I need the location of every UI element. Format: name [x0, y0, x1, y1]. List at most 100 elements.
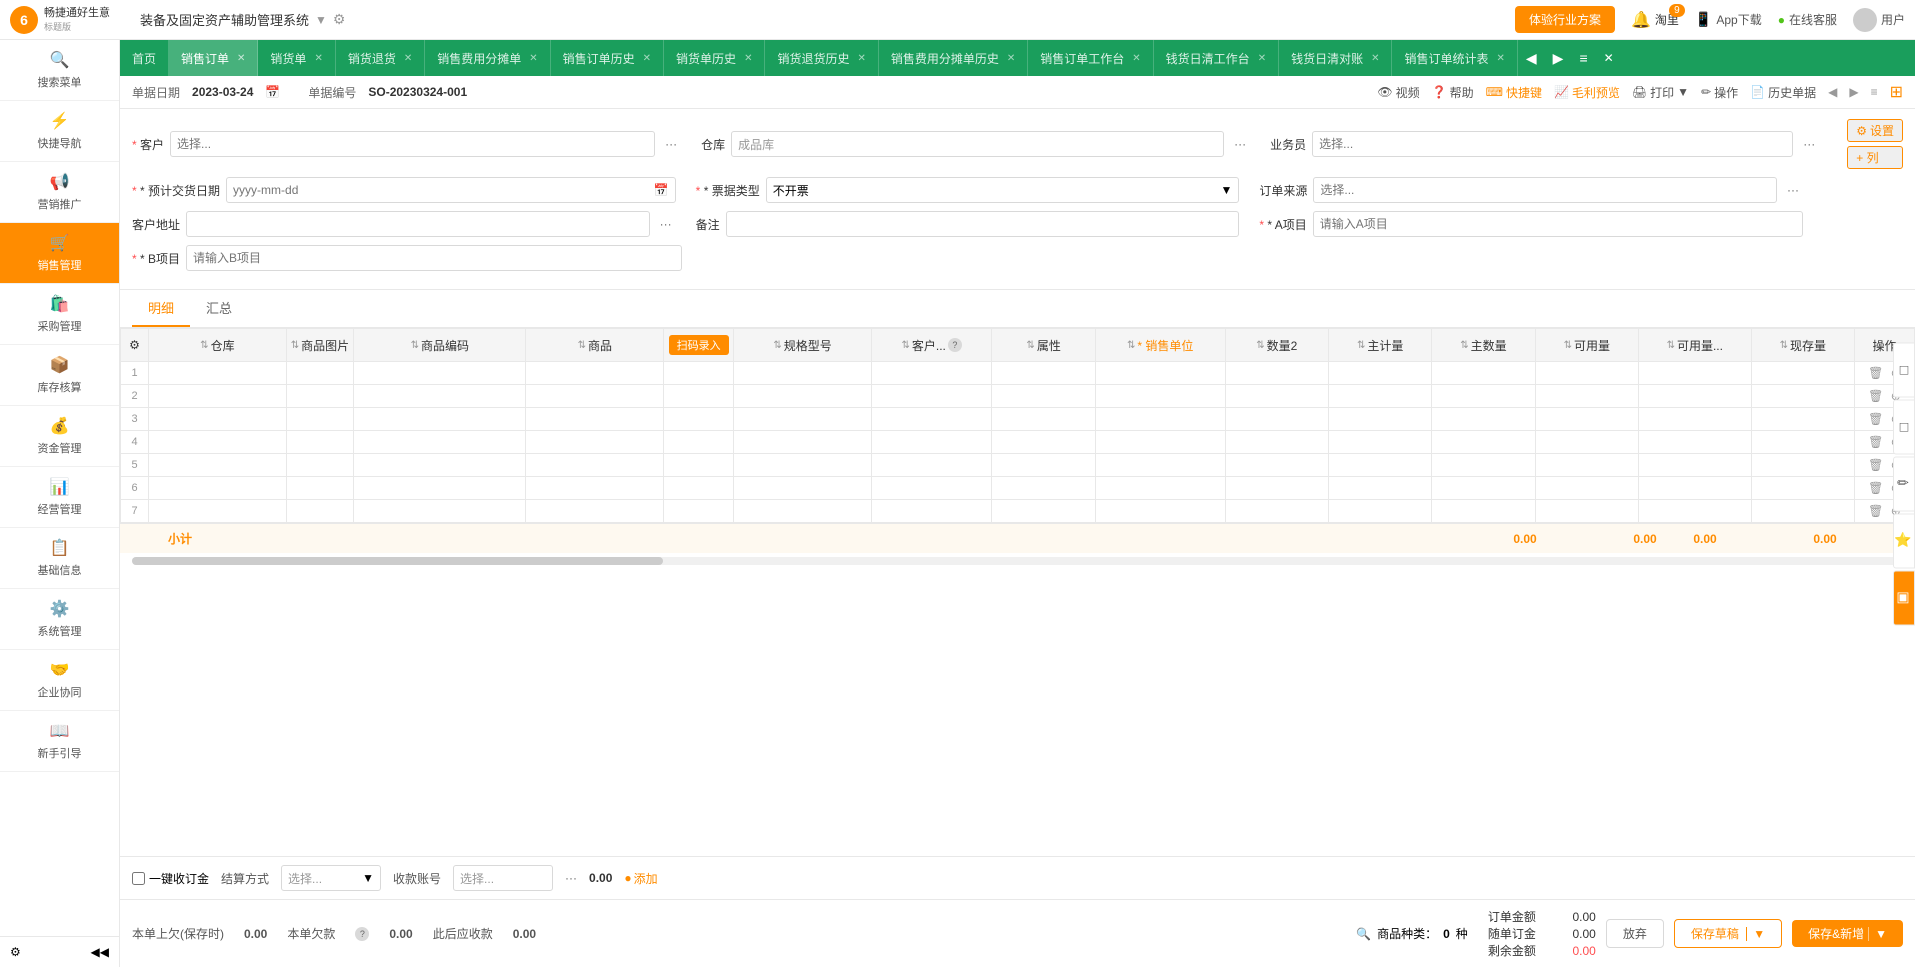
col-customer-code[interactable]: ⇅ 客户... ?: [871, 329, 992, 362]
sidebar-item-search[interactable]: 🔍 搜索菜单: [0, 40, 119, 101]
order-source-more-btn[interactable]: ···: [1783, 183, 1803, 197]
history-btn[interactable]: 📄 历史单据: [1750, 84, 1816, 101]
row-delete-5[interactable]: 🗑: [1866, 458, 1885, 472]
row-delete-1[interactable]: 🗑: [1866, 366, 1885, 380]
print-btn[interactable]: 🖨 打印 ▼: [1632, 84, 1689, 101]
tab-sales-return-close[interactable]: ✕: [404, 53, 412, 64]
sidebar-item-guide[interactable]: 📖 新手引导: [0, 711, 119, 772]
float-btn-2[interactable]: □: [1893, 399, 1915, 454]
date-picker-icon[interactable]: 📅: [654, 183, 669, 197]
tab-fee-history-close[interactable]: ✕: [1007, 53, 1015, 64]
col-settings[interactable]: ⚙: [121, 329, 149, 362]
maximize-icon[interactable]: ⊞: [1890, 82, 1903, 102]
payment-ellipsis[interactable]: ···: [565, 871, 577, 885]
account-select[interactable]: 选择...: [453, 865, 553, 891]
tab-sales-fee[interactable]: 销售费用分摊单 ✕: [425, 40, 550, 76]
shortcut-btn[interactable]: ⌨ 快捷键: [1486, 84, 1542, 101]
profit-btn[interactable]: 📈 毛利预览: [1554, 84, 1620, 101]
a-project-input[interactable]: [1313, 211, 1803, 237]
nav-next-doc[interactable]: ▶: [1849, 85, 1858, 99]
tab-prev-btn[interactable]: ◀: [1518, 40, 1545, 76]
col-warehouse[interactable]: ⇅ 仓库: [149, 329, 287, 362]
payment-method-select[interactable]: 选择... ▼: [281, 865, 381, 891]
tab-fee-history[interactable]: 销售费用分摊单历史 ✕: [879, 40, 1028, 76]
tab-daily-workbench-close[interactable]: ✕: [1258, 53, 1266, 64]
sidebar-item-system[interactable]: ⚙️ 系统管理: [0, 589, 119, 650]
tab-sales-order[interactable]: 销售订单 ✕: [169, 40, 258, 76]
float-btn-5[interactable]: ▣: [1893, 570, 1915, 625]
save-new-dropdown-icon[interactable]: ▼: [1868, 927, 1887, 941]
sidebar-item-quicknav[interactable]: ⚡ 快捷导航: [0, 101, 119, 162]
customer-more-btn[interactable]: ···: [661, 137, 681, 151]
tab-daily-reconcile-close[interactable]: ✕: [1371, 53, 1379, 64]
row-delete-4[interactable]: 🗑: [1866, 435, 1885, 449]
tab-sales-bill-history-close[interactable]: ✕: [744, 53, 752, 64]
sidebar-item-operations[interactable]: 📊 经营管理: [0, 467, 119, 528]
user-menu-btn[interactable]: 用户: [1853, 8, 1905, 32]
col-main-unit[interactable]: ⇅ 主计量: [1328, 329, 1431, 362]
save-draft-dropdown-icon[interactable]: ▼: [1746, 927, 1765, 941]
view-switch-icon[interactable]: ≡: [1871, 85, 1878, 99]
tab-sales-workbench-close[interactable]: ✕: [1132, 53, 1140, 64]
save-draft-btn[interactable]: 保存草稿 ▼: [1674, 919, 1782, 948]
sidebar-item-basic[interactable]: 📋 基础信息: [0, 528, 119, 589]
tab-sales-bill-close[interactable]: ✕: [314, 53, 322, 64]
col-qty2[interactable]: ⇅ 数量2: [1225, 329, 1328, 362]
sidebar-collapse-icon[interactable]: ◀◀: [91, 945, 109, 959]
tab-menu-btn[interactable]: ≡: [1571, 40, 1595, 76]
tab-sales-workbench[interactable]: 销售订单工作台 ✕: [1028, 40, 1153, 76]
salesperson-more-btn[interactable]: ···: [1799, 137, 1819, 151]
delivery-date-input[interactable]: [233, 183, 654, 197]
col-product[interactable]: ⇅ 商品: [526, 329, 664, 362]
online-service-btn[interactable]: ● 在线客服: [1778, 11, 1837, 28]
tab-return-history-close[interactable]: ✕: [857, 53, 865, 64]
industry-solution-btn[interactable]: 体验行业方案: [1515, 6, 1615, 33]
tab-sales-stats[interactable]: 销售订单统计表 ✕: [1392, 40, 1517, 76]
tab-summary[interactable]: 汇总: [190, 290, 248, 327]
settings-config-btn[interactable]: ⚙ 设置: [1847, 119, 1903, 142]
row-delete-7[interactable]: 🗑: [1866, 504, 1885, 518]
tab-sales-history[interactable]: 销售订单历史 ✕: [551, 40, 664, 76]
row-delete-3[interactable]: 🗑: [1866, 412, 1885, 426]
auto-collect-checkbox[interactable]: [132, 872, 145, 885]
tab-next-btn[interactable]: ▶: [1545, 40, 1572, 76]
remarks-input[interactable]: [726, 211, 1240, 237]
scan-enter-btn[interactable]: 扫码录入: [669, 335, 729, 355]
warehouse-more-btn[interactable]: ···: [1230, 137, 1250, 151]
tab-sales-return[interactable]: 销货退货 ✕: [336, 40, 425, 76]
addr-more-btn[interactable]: ···: [656, 217, 676, 231]
horizontal-scrollbar[interactable]: [132, 557, 1903, 565]
warehouse-input[interactable]: [731, 131, 1224, 157]
order-source-input[interactable]: [1313, 177, 1777, 203]
sidebar-item-inventory[interactable]: 📦 库存核算: [0, 345, 119, 406]
col-avail2[interactable]: ⇅ 可用量...: [1638, 329, 1751, 362]
tab-close-all-btn[interactable]: ✕: [1596, 40, 1622, 76]
view-btn[interactable]: 👁 视频: [1377, 84, 1419, 101]
notification-btn[interactable]: 🔔 9 淘里: [1631, 10, 1679, 30]
operations-btn[interactable]: ✏ 操作: [1701, 84, 1738, 101]
tab-sales-fee-close[interactable]: ✕: [529, 53, 537, 64]
col-attr[interactable]: ⇅ 属性: [992, 329, 1095, 362]
sidebar-item-sales[interactable]: 🛒 销售管理: [0, 223, 119, 284]
col-unit[interactable]: ⇅ * 销售单位: [1095, 329, 1225, 362]
add-column-btn[interactable]: + 列: [1847, 146, 1903, 169]
row-delete-6[interactable]: 🗑: [1866, 481, 1885, 495]
sidebar-item-corp[interactable]: 🤝 企业协同: [0, 650, 119, 711]
col-image[interactable]: ⇅ 商品图片: [286, 329, 353, 362]
calendar-icon[interactable]: 📅: [265, 85, 280, 99]
col-sku[interactable]: ⇅ 商品编码: [354, 329, 526, 362]
tab-daily-workbench[interactable]: 钱货日清工作台 ✕: [1154, 40, 1279, 76]
sidebar-settings-icon[interactable]: ⚙: [10, 945, 21, 959]
float-btn-4[interactable]: ⭐: [1893, 513, 1915, 568]
save-new-btn[interactable]: 保存&新增 ▼: [1792, 920, 1903, 947]
sidebar-item-marketing[interactable]: 📢 营销推广: [0, 162, 119, 223]
customer-addr-input[interactable]: [186, 211, 650, 237]
invoice-select[interactable]: 不开票 ▼: [766, 177, 1240, 203]
tab-sales-history-close[interactable]: ✕: [643, 53, 651, 64]
nav-prev-doc[interactable]: ◀: [1828, 85, 1837, 99]
tab-home[interactable]: 首页: [120, 40, 169, 76]
tab-daily-reconcile[interactable]: 钱货日清对账 ✕: [1279, 40, 1392, 76]
row-delete-2[interactable]: 🗑: [1866, 389, 1885, 403]
settings-icon[interactable]: ⚙: [333, 11, 346, 28]
col-avail[interactable]: ⇅ 可用量: [1535, 329, 1638, 362]
